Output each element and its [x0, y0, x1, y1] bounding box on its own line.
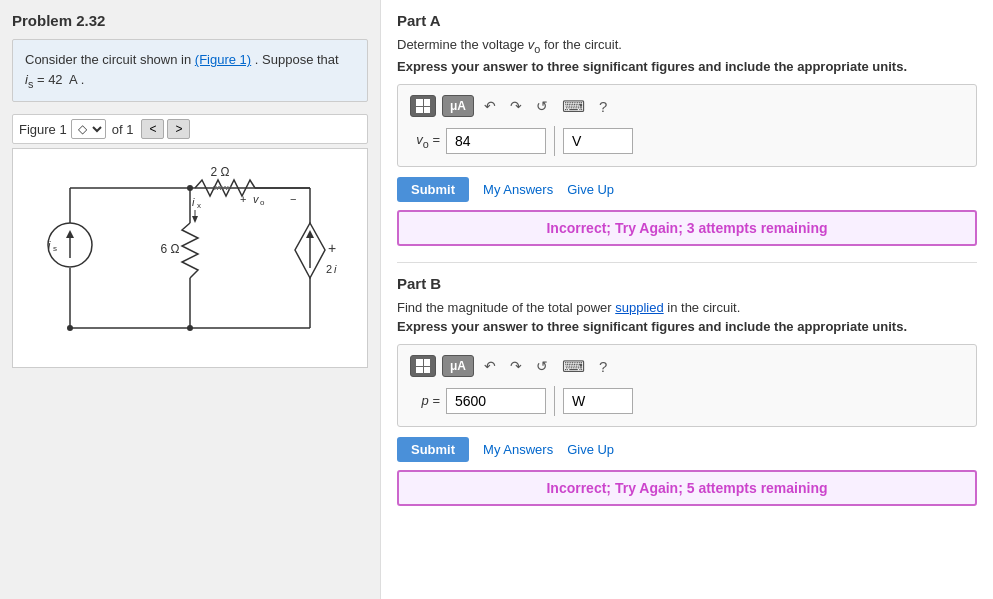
- part-b-answer-input[interactable]: [446, 388, 546, 414]
- variable-label: is = 42 A .: [25, 72, 84, 87]
- part-b-input-label: p =: [410, 393, 440, 408]
- svg-text:i: i: [192, 196, 195, 208]
- part-a-instruction: Express your answer to three significant…: [397, 59, 977, 74]
- svg-text:2: 2: [326, 263, 332, 275]
- help-icon-a[interactable]: ?: [595, 96, 611, 117]
- part-a-title: Part A: [397, 12, 977, 29]
- part-a-input-row: vo =: [410, 126, 964, 156]
- svg-text:v: v: [253, 193, 260, 205]
- grid-button[interactable]: [410, 95, 436, 117]
- undo-icon-b[interactable]: ↶: [480, 356, 500, 376]
- part-a-toolbar: μA ↶ ↷ ↺ ⌨ ?: [410, 95, 964, 118]
- svg-text:s: s: [53, 244, 57, 253]
- nav-next-button[interactable]: >: [167, 119, 190, 139]
- svg-point-33: [187, 185, 193, 191]
- grid-button-b[interactable]: [410, 355, 436, 377]
- svg-text:i: i: [334, 263, 337, 275]
- part-a-error-message: Incorrect; Try Again; 3 attempts remaini…: [397, 210, 977, 246]
- figure-of: of 1: [112, 122, 134, 137]
- unit-button-b[interactable]: μA: [442, 355, 474, 377]
- keyboard-icon-a[interactable]: ⌨: [558, 95, 589, 118]
- part-a-my-answers-link[interactable]: My Answers: [483, 182, 553, 197]
- part-b-give-up-link[interactable]: Give Up: [567, 442, 614, 457]
- part-b-title: Part B: [397, 275, 977, 292]
- help-icon-b[interactable]: ?: [595, 356, 611, 377]
- part-b-action-row: Submit My Answers Give Up: [397, 437, 977, 462]
- nav-prev-button[interactable]: <: [141, 119, 164, 139]
- part-a-input-label: vo =: [410, 132, 440, 150]
- figure-link[interactable]: (Figure 1): [195, 52, 251, 67]
- svg-marker-15: [192, 216, 198, 223]
- part-a-answer-box: μA ↶ ↷ ↺ ⌨ ? vo =: [397, 84, 977, 167]
- circuit-svg: 2 Ω www i x + v o − 6 Ω: [40, 158, 340, 358]
- svg-text:x: x: [197, 201, 201, 210]
- reset-icon-b[interactable]: ↺: [532, 356, 552, 376]
- svg-text:+: +: [240, 193, 246, 205]
- svg-text:o: o: [260, 198, 265, 207]
- part-a-action-row: Submit My Answers Give Up: [397, 177, 977, 202]
- part-b-submit-button[interactable]: Submit: [397, 437, 469, 462]
- part-b-answer-box: μA ↶ ↷ ↺ ⌨ ? p =: [397, 344, 977, 427]
- part-a-answer-input[interactable]: [446, 128, 546, 154]
- unit-button-a[interactable]: μA: [442, 95, 474, 117]
- svg-text:6 Ω: 6 Ω: [161, 242, 180, 256]
- left-panel: Problem 2.32 Consider the circuit shown …: [0, 0, 380, 599]
- part-b-description: Find the magnitude of the total power su…: [397, 300, 977, 315]
- problem-title: Problem 2.32: [12, 12, 368, 29]
- part-a-section: Part A Determine the voltage vo for the …: [397, 12, 977, 246]
- description-text: Consider the circuit shown in: [25, 52, 191, 67]
- svg-text:www: www: [212, 183, 231, 192]
- problem-description: Consider the circuit shown in (Figure 1)…: [12, 39, 368, 102]
- part-b-instruction: Express your answer to three significant…: [397, 319, 977, 334]
- part-a-give-up-link[interactable]: Give Up: [567, 182, 614, 197]
- part-b-my-answers-link[interactable]: My Answers: [483, 442, 553, 457]
- part-b-error-message: Incorrect; Try Again; 5 attempts remaini…: [397, 470, 977, 506]
- part-a-submit-button[interactable]: Submit: [397, 177, 469, 202]
- part-a-description: Determine the voltage vo for the circuit…: [397, 37, 977, 55]
- circuit-diagram: 2 Ω www i x + v o − 6 Ω: [12, 148, 368, 368]
- reset-icon-a[interactable]: ↺: [532, 96, 552, 116]
- description-after: . Suppose that: [255, 52, 339, 67]
- figure-controls: Figure 1 ◇ of 1 < >: [12, 114, 368, 144]
- right-panel: Part A Determine the voltage vo for the …: [380, 0, 993, 599]
- part-a-unit-input[interactable]: [563, 128, 633, 154]
- figure-label: Figure 1: [19, 122, 67, 137]
- part-divider: [397, 262, 977, 263]
- svg-point-35: [67, 325, 73, 331]
- figure-select[interactable]: ◇: [71, 119, 106, 139]
- part-b-section: Part B Find the magnitude of the total p…: [397, 275, 977, 506]
- undo-icon-a[interactable]: ↶: [480, 96, 500, 116]
- svg-point-34: [187, 325, 193, 331]
- part-b-input-row: p =: [410, 386, 964, 416]
- svg-text:2 Ω: 2 Ω: [211, 165, 230, 179]
- part-b-unit-input[interactable]: [563, 388, 633, 414]
- keyboard-icon-b[interactable]: ⌨: [558, 355, 589, 378]
- part-b-toolbar: μA ↶ ↷ ↺ ⌨ ?: [410, 355, 964, 378]
- svg-text:+: +: [328, 240, 336, 256]
- svg-text:−: −: [290, 193, 296, 205]
- redo-icon-b[interactable]: ↷: [506, 356, 526, 376]
- redo-icon-a[interactable]: ↷: [506, 96, 526, 116]
